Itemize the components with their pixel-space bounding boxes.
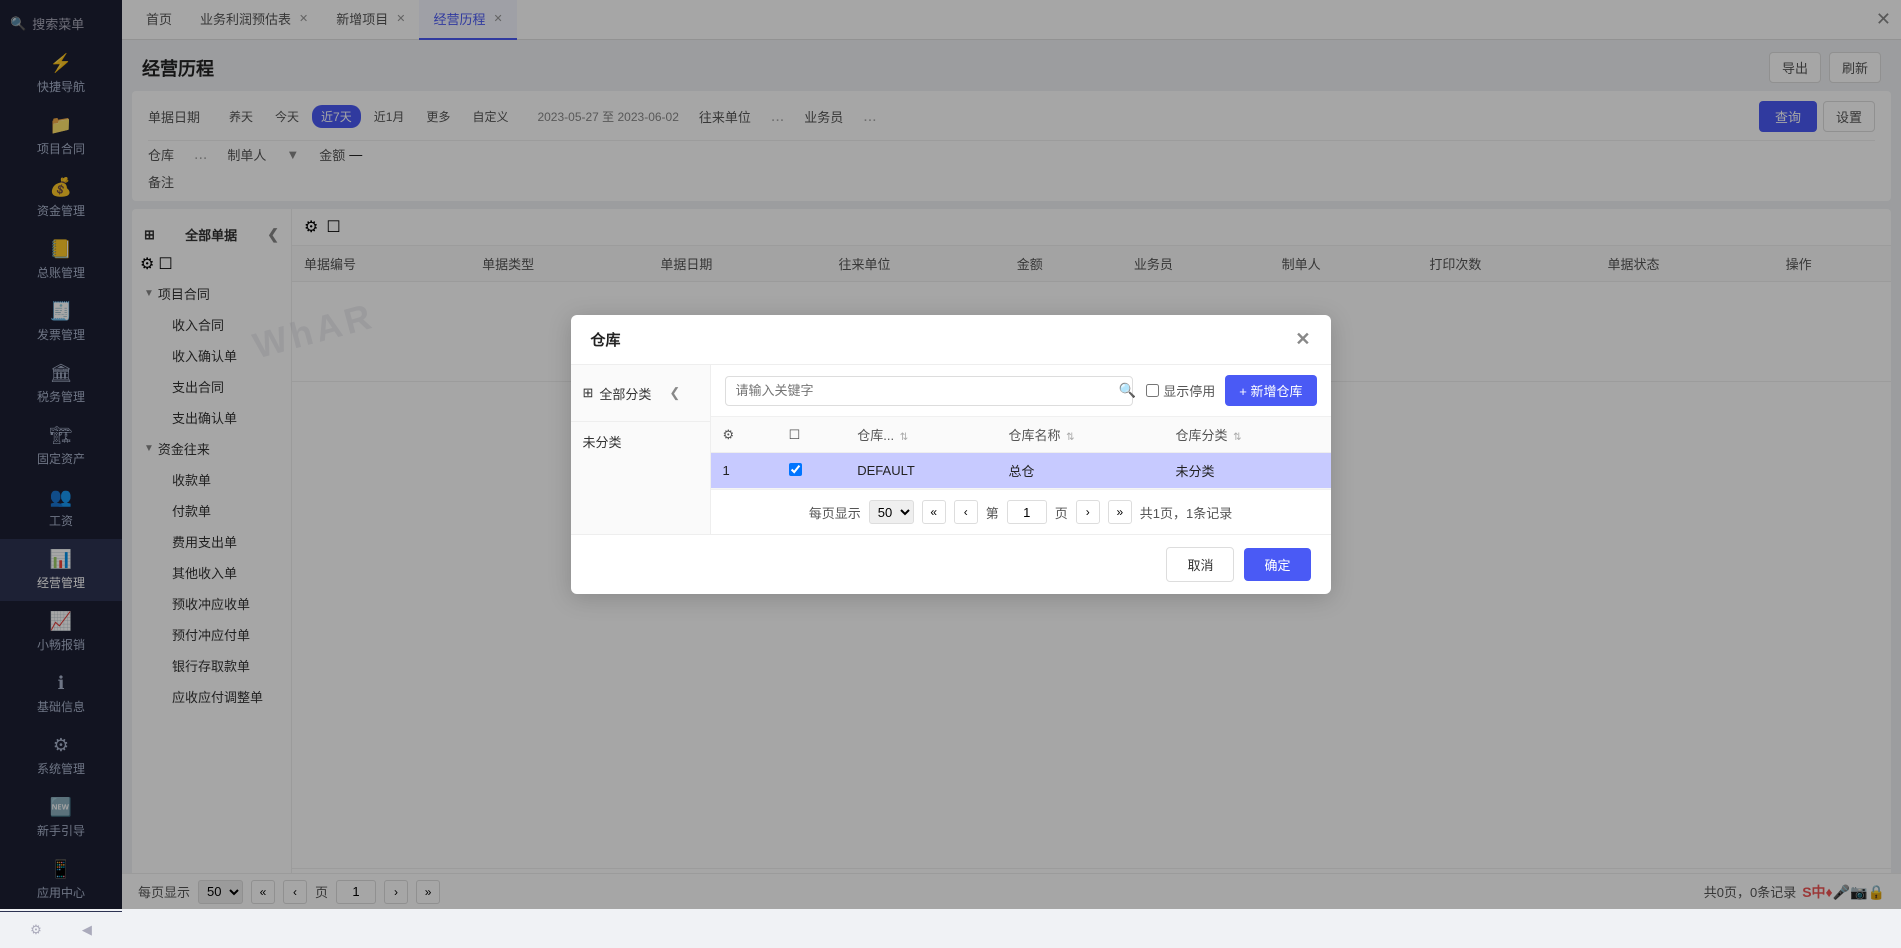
modal-footer: 取消 确定 bbox=[571, 534, 1331, 594]
add-warehouse-button[interactable]: + 新增仓库 bbox=[1225, 375, 1316, 406]
modal-total-info: 共1页，1条记录 bbox=[1140, 503, 1232, 522]
modal-warehouse-table: ⚙ ☐ 仓库... ⇅ 仓库名称 ⇅ 仓库分类 ⇅ bbox=[711, 417, 1331, 489]
modal-uncategorized[interactable]: 未分类 bbox=[571, 422, 710, 461]
modal-col-code: 仓库... ⇅ bbox=[845, 417, 996, 453]
modal-col-name: 仓库名称 ⇅ bbox=[997, 417, 1164, 453]
modal-page-label: 第 bbox=[986, 503, 999, 522]
row-code: DEFAULT bbox=[845, 453, 996, 489]
search-icon: 🔍 bbox=[1119, 382, 1136, 399]
show-disabled-label[interactable]: 显示停用 bbox=[1146, 381, 1215, 400]
modal-right-panel: 🔍 显示停用 + 新增仓库 ⚙ ☐ bbox=[711, 365, 1331, 534]
modal-page-input[interactable] bbox=[1007, 500, 1047, 524]
modal-toolbar: 🔍 显示停用 + 新增仓库 bbox=[711, 365, 1331, 417]
modal-table-row[interactable]: 1 DEFAULT 总仓 未分类 bbox=[711, 453, 1331, 489]
modal-col-settings[interactable]: ⚙ bbox=[711, 417, 777, 453]
modal-body: ⊞ 全部分类 ❮ 未分类 🔍 显示停用 + 新增仓库 bbox=[571, 365, 1331, 534]
modal-grid-icon: ⊞ bbox=[583, 385, 594, 401]
modal-first-page[interactable]: « bbox=[922, 500, 946, 524]
modal-prev-page[interactable]: ‹ bbox=[954, 500, 978, 524]
row-name: 总仓 bbox=[997, 453, 1164, 489]
sort-icon-name: ⇅ bbox=[1066, 432, 1074, 443]
modal-title: 仓库 bbox=[591, 329, 621, 350]
modal-col-category: 仓库分类 ⇅ bbox=[1164, 417, 1331, 453]
settings-icon[interactable]: ⚙ bbox=[30, 922, 42, 938]
modal-pagination: 每页显示 50 « ‹ 第 页 › » 共1页，1条记录 bbox=[711, 489, 1331, 534]
modal-collapse-btn[interactable]: ❮ bbox=[657, 375, 692, 411]
row-num: 1 bbox=[711, 453, 777, 489]
row-checkbox[interactable] bbox=[777, 453, 846, 489]
modal-last-page[interactable]: » bbox=[1108, 500, 1132, 524]
sidebar-bottom: ⚙ ◀ bbox=[0, 911, 122, 948]
collapse-icon[interactable]: ◀ bbox=[82, 922, 92, 938]
show-disabled-checkbox[interactable] bbox=[1146, 384, 1159, 397]
modal-left-header: ⊞ 全部分类 ❮ bbox=[571, 365, 710, 422]
modal-page-suffix: 页 bbox=[1055, 503, 1068, 522]
modal-header: 仓库 ✕ bbox=[571, 315, 1331, 365]
modal-page-size-label: 每页显示 bbox=[809, 503, 861, 522]
row-category: 未分类 bbox=[1164, 453, 1331, 489]
sort-icon-code: ⇅ bbox=[900, 432, 908, 443]
modal-page-size-select[interactable]: 50 bbox=[869, 500, 914, 524]
modal-left-panel: ⊞ 全部分类 ❮ 未分类 bbox=[571, 365, 711, 534]
confirm-button[interactable]: 确定 bbox=[1244, 548, 1310, 581]
show-disabled-text: 显示停用 bbox=[1163, 381, 1215, 400]
modal-overlay: 仓库 ✕ ⊞ 全部分类 ❮ 未分类 🔍 bbox=[0, 0, 1901, 909]
cancel-button[interactable]: 取消 bbox=[1166, 547, 1234, 582]
sort-icon-category: ⇅ bbox=[1233, 432, 1241, 443]
modal-table-area: ⚙ ☐ 仓库... ⇅ 仓库名称 ⇅ 仓库分类 ⇅ bbox=[711, 417, 1331, 489]
modal-search-input[interactable] bbox=[725, 376, 1133, 406]
modal-all-category-label: 全部分类 bbox=[599, 384, 651, 403]
modal-warehouse: 仓库 ✕ ⊞ 全部分类 ❮ 未分类 🔍 bbox=[571, 315, 1331, 594]
modal-col-checkbox: ☐ bbox=[777, 417, 846, 453]
modal-next-page[interactable]: › bbox=[1076, 500, 1100, 524]
modal-close-button[interactable]: ✕ bbox=[1295, 329, 1310, 350]
